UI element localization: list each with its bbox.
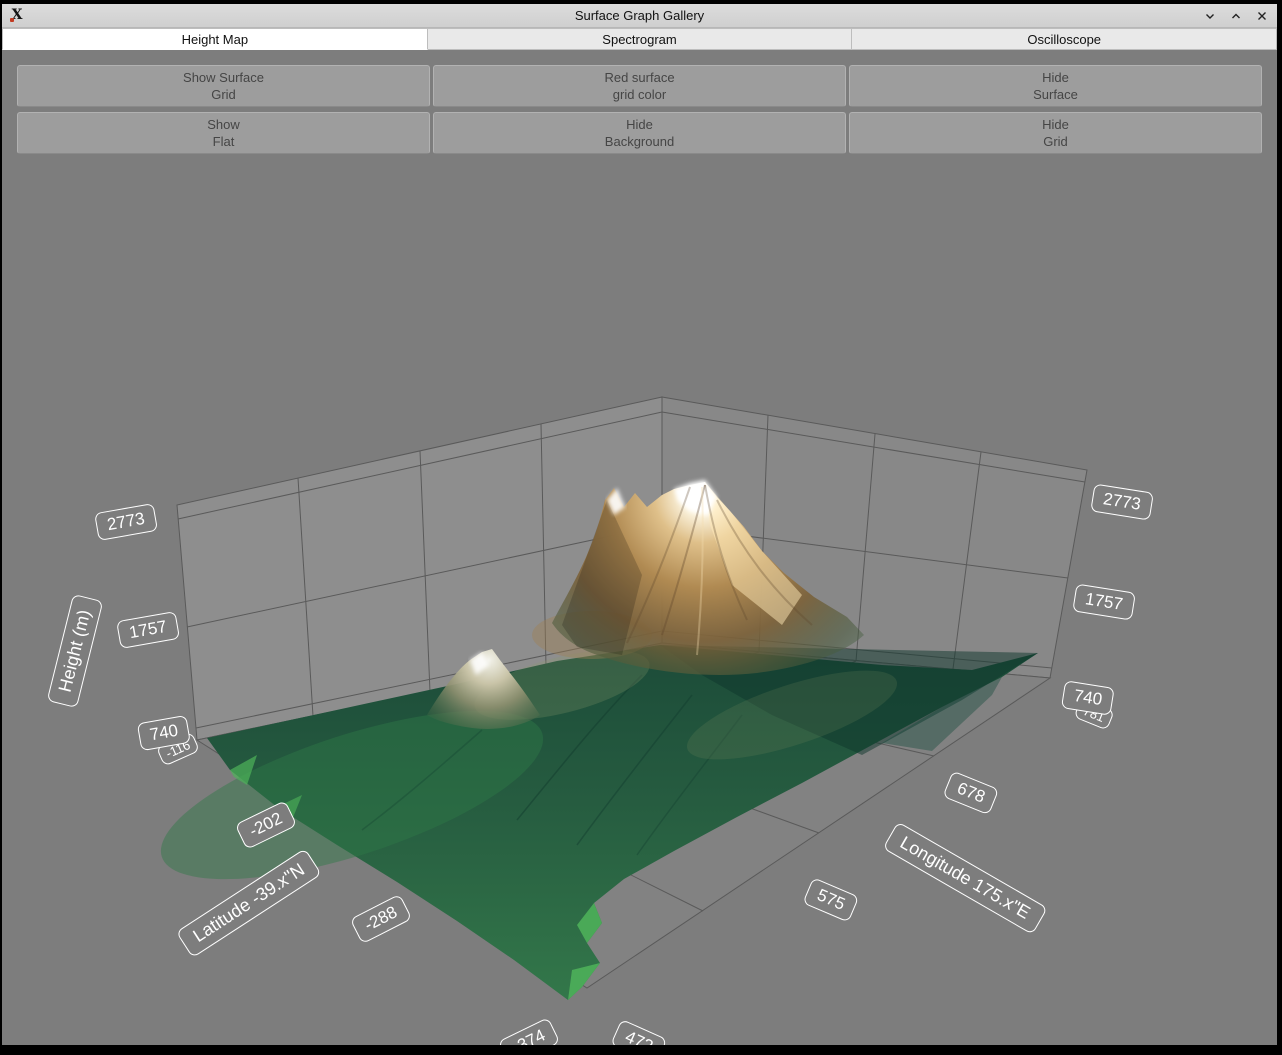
- button-label: Flat: [213, 133, 235, 150]
- button-label: Hide: [626, 116, 653, 133]
- tab-height-map[interactable]: Height Map: [2, 28, 428, 50]
- chevron-up-icon: [1230, 10, 1242, 22]
- tab-oscilloscope[interactable]: Oscilloscope: [852, 28, 1277, 50]
- button-label: Hide: [1042, 116, 1069, 133]
- button-label: Show Surface: [183, 69, 264, 86]
- window-title: Surface Graph Gallery: [2, 8, 1277, 23]
- button-label: Red surface: [604, 69, 674, 86]
- hide-surface-button[interactable]: Hide Surface: [849, 65, 1262, 107]
- button-label: grid color: [613, 86, 666, 103]
- button-label: Background: [605, 133, 674, 150]
- button-label: Grid: [1043, 133, 1068, 150]
- shade-button[interactable]: [1201, 7, 1219, 25]
- button-label: Show: [207, 116, 240, 133]
- show-flat-button[interactable]: Show Flat: [17, 112, 430, 154]
- close-icon: [1256, 10, 1268, 22]
- titlebar[interactable]: X Surface Graph Gallery: [2, 4, 1277, 28]
- maximize-button[interactable]: [1227, 7, 1245, 25]
- button-label: Hide: [1042, 69, 1069, 86]
- graph-content: Show Surface Grid Red surface grid color…: [2, 50, 1277, 1045]
- tab-bar: Height Map Spectrogram Oscilloscope: [2, 28, 1277, 50]
- close-button[interactable]: [1253, 7, 1271, 25]
- app-window: X Surface Graph Gallery Height Map Spect…: [2, 4, 1277, 1045]
- toolbar: Show Surface Grid Red surface grid color…: [17, 65, 1262, 154]
- show-surface-grid-button[interactable]: Show Surface Grid: [17, 65, 430, 107]
- tab-spectrogram[interactable]: Spectrogram: [428, 28, 853, 50]
- hide-background-button[interactable]: Hide Background: [433, 112, 846, 154]
- x11-app-icon: X: [9, 7, 25, 23]
- button-label: Grid: [211, 86, 236, 103]
- hide-grid-button[interactable]: Hide Grid: [849, 112, 1262, 154]
- button-label: Surface: [1033, 86, 1078, 103]
- chevron-down-icon: [1204, 10, 1216, 22]
- red-surface-grid-color-button[interactable]: Red surface grid color: [433, 65, 846, 107]
